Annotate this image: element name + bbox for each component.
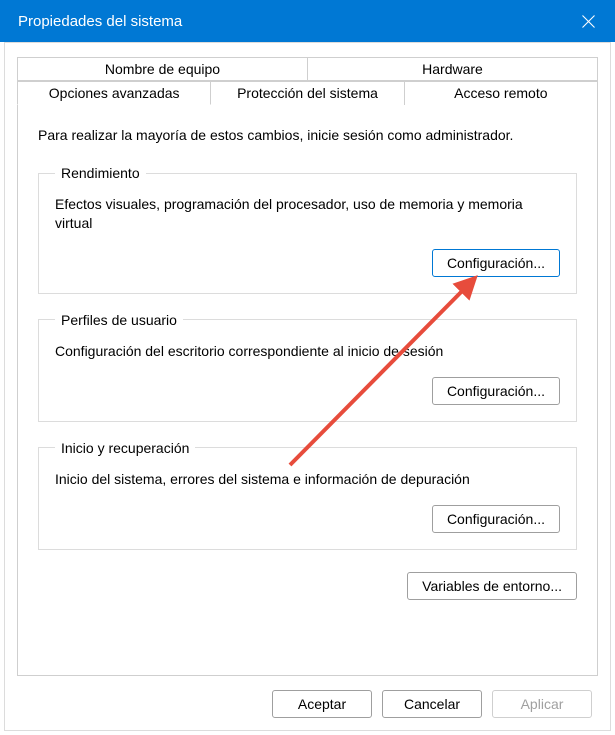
window-title: Propiedades del sistema [18, 13, 182, 30]
performance-group: Rendimiento Efectos visuales, programaci… [38, 165, 577, 294]
intro-text: Para realizar la mayoría de estos cambio… [38, 127, 577, 143]
performance-legend: Rendimiento [55, 165, 146, 181]
tab-advanced[interactable]: Opciones avanzadas [17, 81, 211, 105]
startup-group: Inicio y recuperación Inicio del sistema… [38, 440, 577, 550]
dialog-buttons: Aceptar Cancelar Aplicar [17, 676, 598, 718]
performance-desc: Efectos visuales, programación del proce… [55, 195, 560, 233]
cancel-button[interactable]: Cancelar [382, 690, 482, 718]
env-variables-button[interactable]: Variables de entorno... [407, 572, 577, 600]
profiles-group: Perfiles de usuario Configuración del es… [38, 312, 577, 422]
dialog-content: Nombre de equipo Hardware Opciones avanz… [4, 42, 611, 731]
tab-hardware[interactable]: Hardware [307, 57, 598, 81]
profiles-settings-button[interactable]: Configuración... [432, 377, 560, 405]
close-button[interactable] [561, 0, 615, 42]
performance-settings-button[interactable]: Configuración... [432, 249, 560, 277]
startup-legend: Inicio y recuperación [55, 440, 195, 456]
tab-remote-access[interactable]: Acceso remoto [405, 81, 598, 105]
profiles-legend: Perfiles de usuario [55, 312, 183, 328]
close-icon [582, 15, 595, 28]
tab-computer-name[interactable]: Nombre de equipo [17, 57, 307, 81]
startup-desc: Inicio del sistema, errores del sistema … [55, 470, 560, 489]
apply-button[interactable]: Aplicar [492, 690, 592, 718]
profiles-desc: Configuración del escritorio correspondi… [55, 342, 560, 361]
ok-button[interactable]: Aceptar [272, 690, 372, 718]
titlebar: Propiedades del sistema [0, 0, 615, 42]
startup-settings-button[interactable]: Configuración... [432, 505, 560, 533]
advanced-panel: Para realizar la mayoría de estos cambio… [17, 105, 598, 676]
tab-system-protection[interactable]: Protección del sistema [211, 81, 404, 105]
tabs: Nombre de equipo Hardware Opciones avanz… [17, 57, 598, 105]
